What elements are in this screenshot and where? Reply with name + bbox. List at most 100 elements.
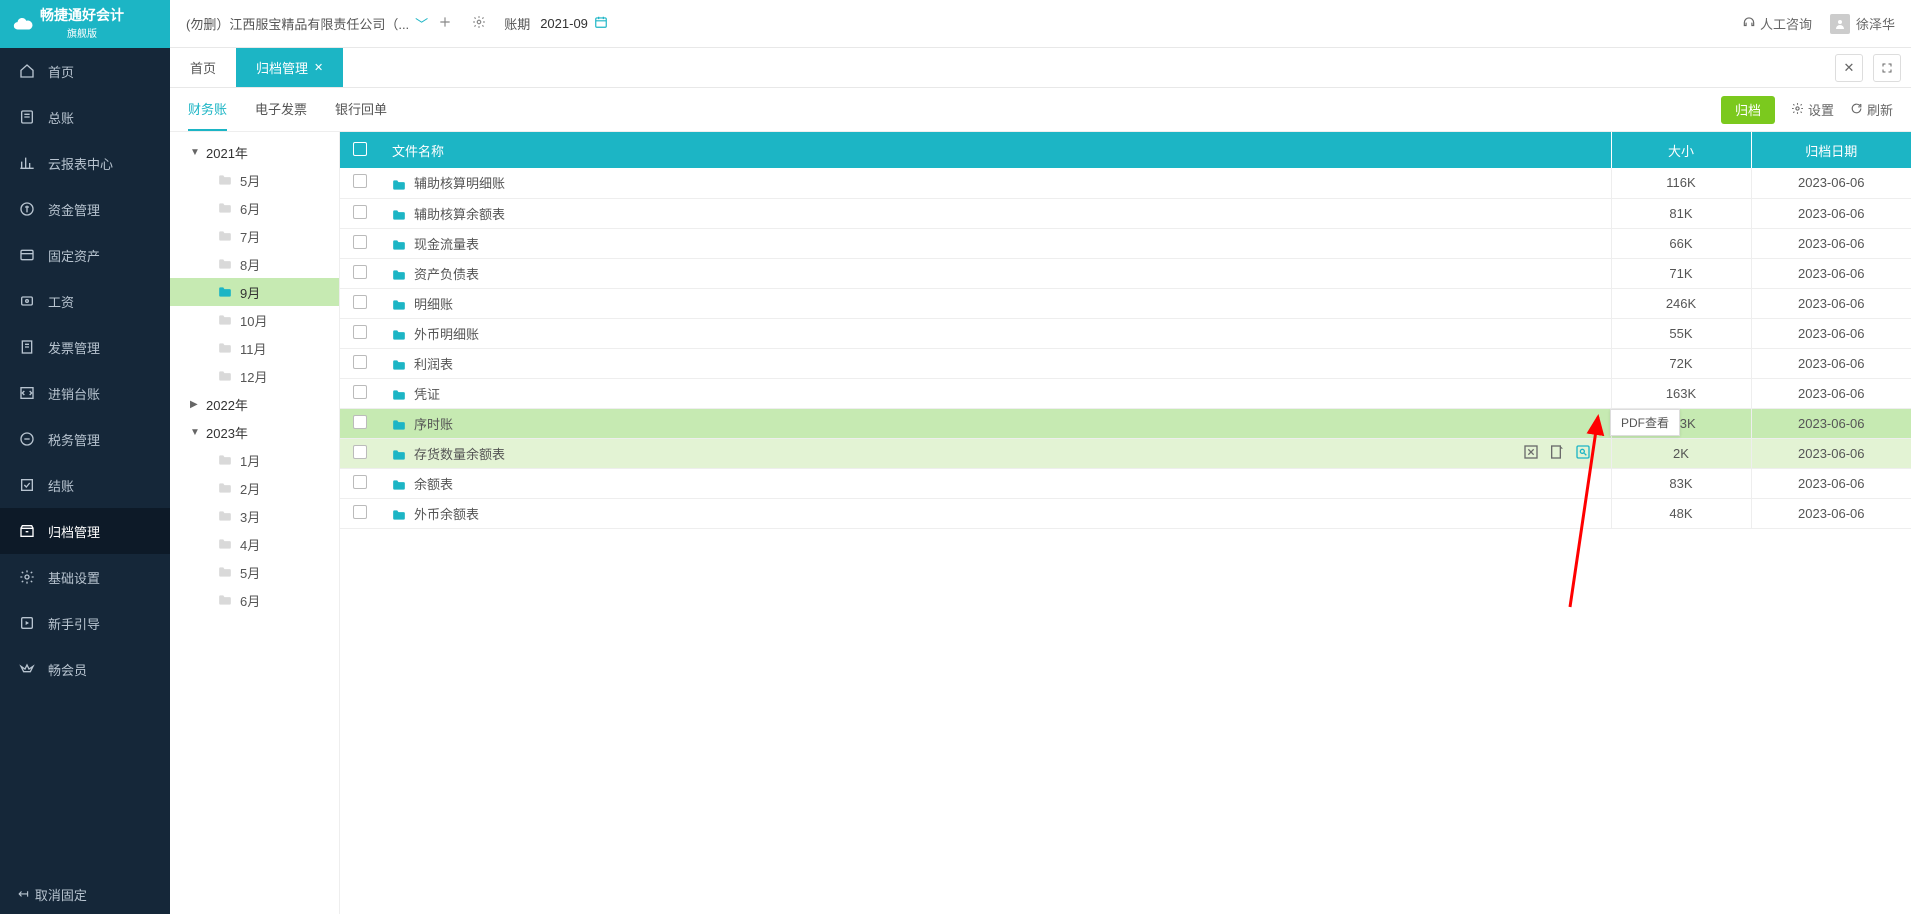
home-icon bbox=[18, 62, 36, 80]
period-value[interactable]: 2021-09 bbox=[540, 16, 588, 31]
tree-month[interactable]: 9月 bbox=[170, 278, 339, 306]
company-selector[interactable]: (勿删）江西服宝精品有限责任公司（... ﹀ bbox=[186, 14, 428, 33]
sidebar-item-12[interactable]: 新手引导 bbox=[0, 600, 170, 646]
sidebar: 畅捷通好会计 旗舰版 首页总账云报表中心资金管理固定资产工资发票管理进销台账税务… bbox=[0, 0, 170, 914]
tree-month[interactable]: 3月 bbox=[170, 502, 339, 530]
sidebar-item-2[interactable]: 云报表中心 bbox=[0, 140, 170, 186]
tree-month[interactable]: 12月 bbox=[170, 362, 339, 390]
tree-month[interactable]: 6月 bbox=[170, 194, 339, 222]
table-row[interactable]: 外币明细账 55K 2023-06-06 bbox=[340, 318, 1911, 348]
row-checkbox[interactable] bbox=[353, 325, 367, 339]
tree-month[interactable]: 2月 bbox=[170, 474, 339, 502]
salary-icon bbox=[18, 292, 36, 310]
row-checkbox[interactable] bbox=[353, 355, 367, 369]
excel-export-icon[interactable] bbox=[1523, 444, 1539, 460]
sidebar-item-5[interactable]: 工资 bbox=[0, 278, 170, 324]
table-row[interactable]: 现金流量表 66K 2023-06-06 bbox=[340, 228, 1911, 258]
pdf-export-icon[interactable] bbox=[1549, 444, 1565, 460]
row-checkbox[interactable] bbox=[353, 174, 367, 188]
folder-icon bbox=[392, 419, 406, 431]
folder-icon bbox=[218, 258, 232, 270]
folder-icon bbox=[392, 329, 406, 341]
row-checkbox[interactable] bbox=[353, 445, 367, 459]
tree-month[interactable]: 5月 bbox=[170, 166, 339, 194]
select-all-checkbox[interactable] bbox=[353, 142, 367, 156]
tree-month[interactable]: 4月 bbox=[170, 530, 339, 558]
row-checkbox[interactable] bbox=[353, 385, 367, 399]
tree-month-label: 1月 bbox=[240, 451, 260, 470]
gear-icon bbox=[1791, 102, 1804, 118]
subtab-0[interactable]: 财务账 bbox=[188, 88, 227, 131]
sidebar-item-7[interactable]: 进销台账 bbox=[0, 370, 170, 416]
tree-year-0[interactable]: ▼2021年 bbox=[170, 138, 339, 166]
sidebar-item-11[interactable]: 基础设置 bbox=[0, 554, 170, 600]
consult-link[interactable]: 人工咨询 bbox=[1742, 14, 1812, 33]
gear-icon[interactable] bbox=[472, 15, 486, 32]
file-name: 外币明细账 bbox=[414, 327, 479, 342]
close-icon[interactable]: ✕ bbox=[314, 61, 323, 74]
avatar-icon bbox=[1830, 14, 1850, 34]
tree-month[interactable]: 7月 bbox=[170, 222, 339, 250]
table-row[interactable]: 辅助核算明细账 116K 2023-06-06 bbox=[340, 168, 1911, 198]
row-checkbox[interactable] bbox=[353, 475, 367, 489]
subtab-1[interactable]: 电子发票 bbox=[255, 88, 307, 131]
period-label: 账期 bbox=[504, 14, 530, 33]
row-checkbox[interactable] bbox=[353, 295, 367, 309]
archive-button[interactable]: 归档 bbox=[1721, 96, 1775, 124]
row-checkbox[interactable] bbox=[353, 505, 367, 519]
fullscreen-button[interactable] bbox=[1873, 54, 1901, 82]
table-row[interactable]: 外币余额表 48K 2023-06-06 bbox=[340, 498, 1911, 528]
row-checkbox[interactable] bbox=[353, 205, 367, 219]
row-checkbox[interactable] bbox=[353, 415, 367, 429]
sidebar-item-9[interactable]: 结账 bbox=[0, 462, 170, 508]
subtab-2[interactable]: 银行回单 bbox=[335, 88, 387, 131]
folder-icon bbox=[392, 209, 406, 221]
table-row[interactable]: 辅助核算余额表 81K 2023-06-06 bbox=[340, 198, 1911, 228]
tree-month[interactable]: 5月 bbox=[170, 558, 339, 586]
sidebar-item-6[interactable]: 发票管理 bbox=[0, 324, 170, 370]
add-icon[interactable] bbox=[438, 15, 452, 32]
settings-link[interactable]: 设置 bbox=[1791, 100, 1834, 119]
sidebar-item-13[interactable]: 畅会员 bbox=[0, 646, 170, 692]
table-row[interactable]: 利润表 72K 2023-06-06 bbox=[340, 348, 1911, 378]
unpin-icon: ↤ bbox=[18, 886, 29, 902]
tab-home[interactable]: 首页 bbox=[170, 48, 236, 87]
tree-year-label: 2021年 bbox=[206, 143, 248, 162]
sidebar-unpin[interactable]: ↤ 取消固定 bbox=[0, 874, 170, 914]
tree-month[interactable]: 8月 bbox=[170, 250, 339, 278]
topbar: (勿删）江西服宝精品有限责任公司（... ﹀ 账期 2021-09 人工咨询 bbox=[170, 0, 1911, 48]
sidebar-item-3[interactable]: 资金管理 bbox=[0, 186, 170, 232]
page-tabs: 首页 归档管理 ✕ ✕ bbox=[170, 48, 1911, 88]
row-checkbox[interactable] bbox=[353, 235, 367, 249]
pdf-view-icon[interactable] bbox=[1575, 444, 1591, 460]
sidebar-item-8[interactable]: 税务管理 bbox=[0, 416, 170, 462]
col-header-name: 文件名称 bbox=[380, 132, 1611, 168]
table-row[interactable]: 存货数量余额表 2K 2023-06-06 bbox=[340, 438, 1911, 468]
sidebar-unpin-label: 取消固定 bbox=[35, 885, 87, 904]
table-row[interactable]: 资产负债表 71K 2023-06-06 bbox=[340, 258, 1911, 288]
sidebar-item-10[interactable]: 归档管理 bbox=[0, 508, 170, 554]
tab-archive[interactable]: 归档管理 ✕ bbox=[236, 48, 343, 87]
brand-logo[interactable]: 畅捷通好会计 旗舰版 bbox=[0, 0, 170, 48]
sidebar-item-1[interactable]: 总账 bbox=[0, 94, 170, 140]
calendar-icon[interactable] bbox=[594, 15, 608, 32]
chevron-down-icon: ﹀ bbox=[415, 14, 428, 33]
table-row[interactable]: 余额表 83K 2023-06-06 bbox=[340, 468, 1911, 498]
tree-month[interactable]: 10月 bbox=[170, 306, 339, 334]
refresh-link[interactable]: 刷新 bbox=[1850, 100, 1893, 119]
table-row[interactable]: 凭证 163K 2023-06-06 bbox=[340, 378, 1911, 408]
tree-year-1[interactable]: ▶2022年 bbox=[170, 390, 339, 418]
sidebar-item-0[interactable]: 首页 bbox=[0, 48, 170, 94]
row-checkbox[interactable] bbox=[353, 265, 367, 279]
table-row[interactable]: 明细账 246K 2023-06-06 bbox=[340, 288, 1911, 318]
user-menu[interactable]: 徐泽华 bbox=[1830, 14, 1895, 34]
tree-month[interactable]: 1月 bbox=[170, 446, 339, 474]
settings-icon bbox=[18, 568, 36, 586]
sidebar-item-4[interactable]: 固定资产 bbox=[0, 232, 170, 278]
tree-year-2[interactable]: ▼2023年 bbox=[170, 418, 339, 446]
cell-date: 2023-06-06 bbox=[1751, 318, 1911, 348]
tree-month[interactable]: 11月 bbox=[170, 334, 339, 362]
tree-month[interactable]: 6月 bbox=[170, 586, 339, 614]
close-all-tabs-button[interactable]: ✕ bbox=[1835, 54, 1863, 82]
sub-toolbar: 财务账电子发票银行回单 归档 设置 刷新 bbox=[170, 88, 1911, 132]
